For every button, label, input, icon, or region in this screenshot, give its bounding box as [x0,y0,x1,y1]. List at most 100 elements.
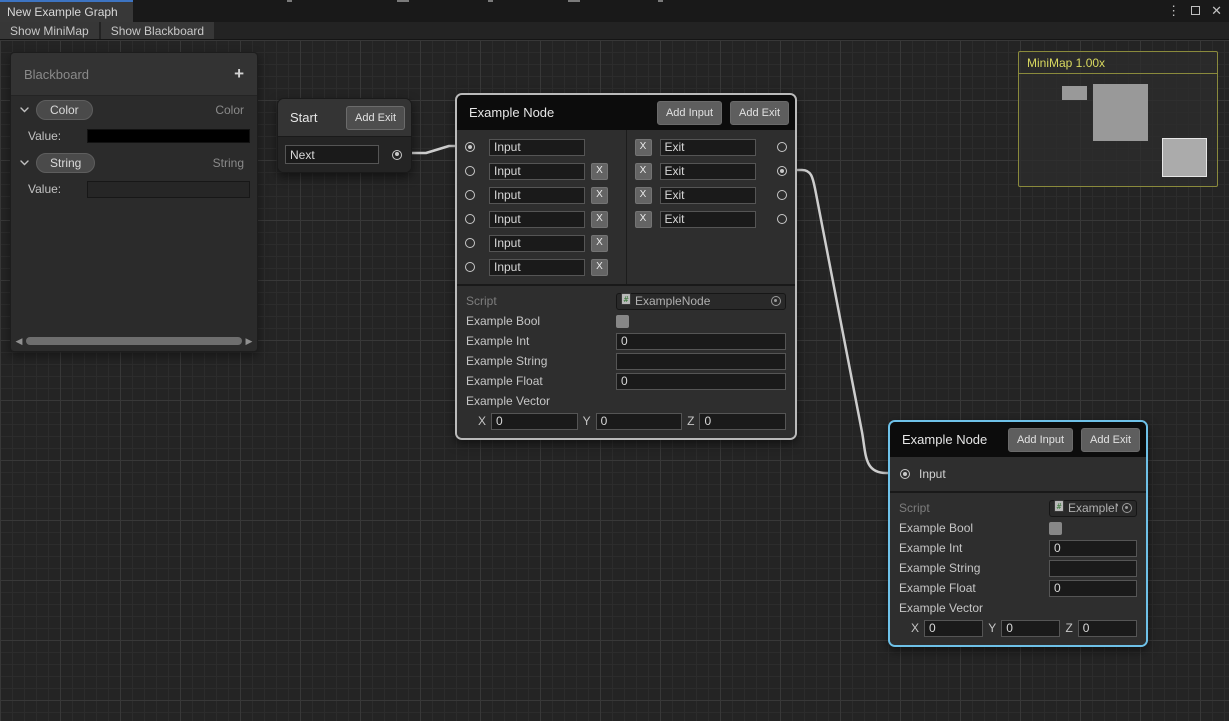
node-header[interactable]: Example Node Add Input Add Exit [457,95,795,130]
node-header[interactable]: Example Node Add Input Add Exit [890,422,1146,457]
minimap-panel[interactable]: MiniMap 1.00x [1018,51,1218,187]
vector-y-input[interactable] [1001,619,1061,637]
exit-port[interactable] [777,214,787,224]
blackboard-panel[interactable]: Blackboard + Color Color Value: String S… [10,52,258,352]
object-picker-icon[interactable] [771,296,781,306]
vector-label-row: Example Vector [899,598,1137,618]
vector-z-input[interactable] [1077,619,1137,637]
string-input[interactable] [1049,559,1137,577]
show-minimap-button[interactable]: Show MiniMap [0,22,99,39]
remove-input-button[interactable]: X [591,258,608,276]
blackboard-field-color[interactable]: Color Color [11,96,257,123]
script-object-name: ExampleNo [1068,501,1118,515]
vector-z-input[interactable] [699,412,787,430]
add-exit-button[interactable]: Add Exit [730,100,789,125]
variable-pill[interactable]: String [36,152,96,173]
remove-exit-button[interactable]: X [634,138,652,156]
example-node-2-selected[interactable]: Example Node Add Input Add Exit Input Sc… [888,420,1148,647]
input-name-field[interactable] [489,210,585,228]
vector-label: Example Vector [466,394,551,408]
input-row [457,135,626,159]
object-picker-icon[interactable] [1122,503,1132,513]
float-row: Example Float [466,371,786,391]
bool-checkbox[interactable] [616,314,629,328]
blackboard-field-string[interactable]: String String [11,149,257,176]
scrollbar-thumb[interactable] [26,337,242,345]
add-exit-button[interactable]: Add Exit [346,105,405,130]
float-input[interactable] [616,372,786,390]
remove-input-button[interactable]: X [591,186,608,204]
exit-name-field[interactable] [659,210,756,228]
remove-input-button[interactable]: X [591,234,608,252]
input-name-field[interactable] [489,162,585,180]
remove-input-button[interactable]: X [591,162,608,180]
maximize-icon[interactable] [1191,6,1201,15]
remove-exit-button[interactable]: X [634,210,652,228]
chevron-down-icon[interactable] [20,106,29,113]
exit-row: X [627,159,796,183]
axis-x-label: X [478,414,487,428]
vector-x-input[interactable] [924,619,984,637]
float-row: Example Float [899,578,1137,598]
string-label: Example String [466,354,548,368]
input-name-field[interactable] [489,186,585,204]
float-input[interactable] [1049,579,1137,597]
add-input-button[interactable]: Add Input [1007,427,1074,452]
input-port[interactable] [465,238,475,248]
input-port[interactable] [465,190,475,200]
exit-name-field[interactable] [659,138,756,156]
scroll-right-arrow-icon[interactable]: ▶ [244,336,254,347]
menu-icon[interactable]: ⋮ [1167,3,1180,18]
exit-port[interactable] [777,142,787,152]
show-blackboard-button[interactable]: Show Blackboard [100,22,215,39]
input-name-field[interactable] [489,138,585,156]
variable-pill[interactable]: Color [36,99,93,120]
input-port[interactable] [900,469,910,479]
start-node-header[interactable]: Start Add Exit [278,99,411,137]
exit-name-field[interactable] [285,145,379,164]
bool-checkbox[interactable] [1049,521,1062,535]
edge-node1-to-node2[interactable] [784,168,898,475]
int-input[interactable] [616,332,786,350]
remove-input-button[interactable]: X [591,210,608,228]
exit-name-field[interactable] [659,162,756,180]
tab-new-example-graph[interactable]: New Example Graph [0,0,133,22]
add-input-button[interactable]: Add Input [656,100,723,125]
remove-exit-button[interactable]: X [634,186,652,204]
add-exit-button[interactable]: Add Exit [1081,427,1140,452]
input-name-field[interactable] [489,258,585,276]
int-input[interactable] [1049,539,1137,557]
output-port[interactable] [392,149,402,160]
input-port[interactable] [465,166,475,176]
script-object-field[interactable]: # ExampleNode [616,292,786,310]
node2-inspector: Script # ExampleNo Example Bool Example … [890,491,1146,645]
start-node[interactable]: Start Add Exit [277,98,412,173]
titlebar-artifact [287,0,292,2]
exit-port[interactable] [777,190,787,200]
scroll-left-arrow-icon[interactable]: ◀ [14,336,24,347]
exit-name-field[interactable] [659,186,756,204]
chevron-down-icon[interactable] [20,159,29,166]
exit-port[interactable] [777,166,787,176]
example-node-1[interactable]: Example Node Add Input Add Exit XXXXX XX… [455,93,797,440]
script-object-field[interactable]: # ExampleNo [1049,499,1137,517]
titlebar-artifact [488,0,493,2]
input-port[interactable] [465,214,475,224]
input-port[interactable] [465,142,475,152]
node1-input-column: XXXXX [457,130,627,284]
input-name-field[interactable] [489,234,585,252]
vector-x-input[interactable] [491,412,578,430]
svg-text:#: # [624,295,629,304]
close-icon[interactable]: ✕ [1211,3,1222,18]
input-row: X [457,255,626,279]
remove-exit-button[interactable]: X [634,162,652,180]
graph-canvas[interactable]: Blackboard + Color Color Value: String S… [0,40,1229,721]
add-variable-button[interactable]: + [234,64,244,84]
string-input[interactable] [616,352,786,370]
axis-z-label: Z [687,414,695,428]
color-swatch[interactable] [87,129,250,143]
string-value-input[interactable] [87,180,250,198]
script-row: Script # ExampleNo [899,498,1137,518]
input-port[interactable] [465,262,475,272]
vector-y-input[interactable] [595,412,683,430]
